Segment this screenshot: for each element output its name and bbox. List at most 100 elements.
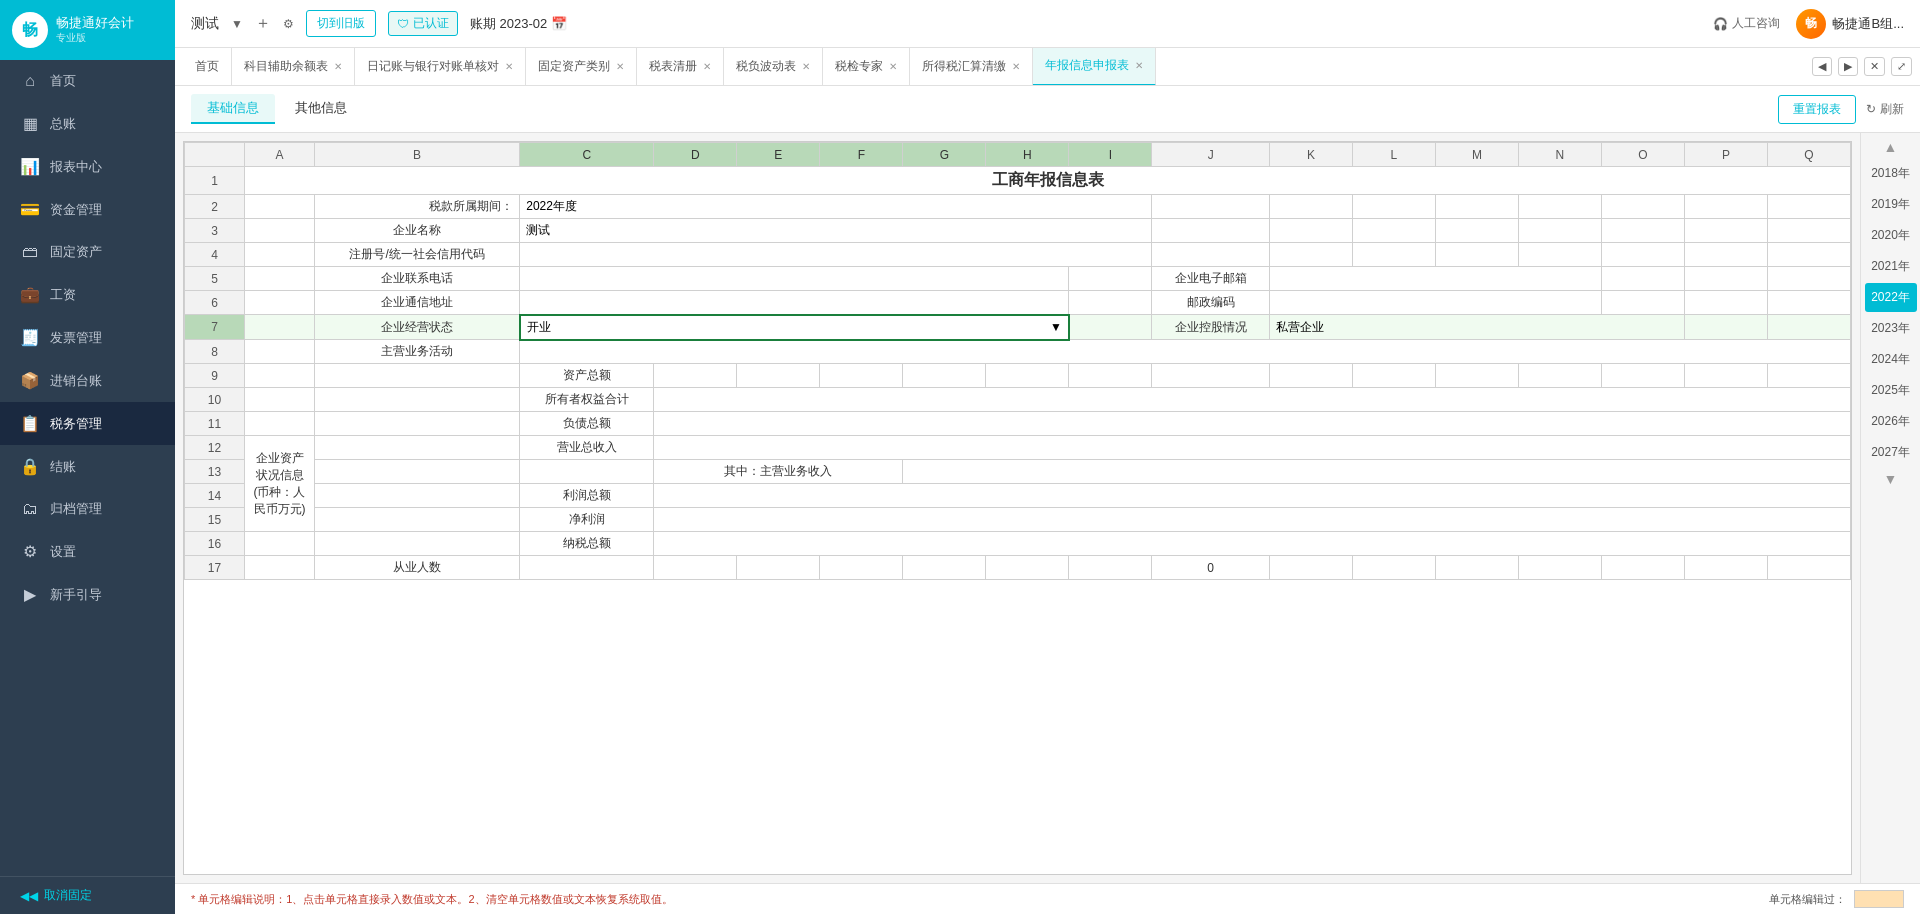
cell-4q[interactable]: [1767, 243, 1850, 267]
cell-5k[interactable]: [1269, 267, 1601, 291]
tab-journal[interactable]: 日记账与银行对账单核对 ✕: [355, 48, 526, 86]
cell-6k[interactable]: [1269, 291, 1601, 315]
cell-2q[interactable]: [1767, 195, 1850, 219]
cell-17a[interactable]: [245, 556, 315, 580]
sidebar-item-ledger[interactable]: ▦ 总账: [0, 102, 175, 145]
cell-4l[interactable]: [1352, 243, 1435, 267]
tabs-expand-button[interactable]: ⤢: [1891, 57, 1912, 76]
cell-6q[interactable]: [1767, 291, 1850, 315]
cell-17e[interactable]: [737, 556, 820, 580]
col-header-n[interactable]: N: [1518, 143, 1601, 167]
cell-7p[interactable]: [1684, 315, 1767, 340]
tab-tax-list[interactable]: 税表清册 ✕: [637, 48, 724, 86]
cell-4c[interactable]: [520, 243, 1152, 267]
dropdown-arrow-icon[interactable]: ▼: [231, 17, 243, 31]
cell-17n[interactable]: [1518, 556, 1601, 580]
cell-3k[interactable]: [1269, 219, 1352, 243]
col-header-b[interactable]: B: [315, 143, 520, 167]
cell-2k[interactable]: [1269, 195, 1352, 219]
close-tab-icon[interactable]: ✕: [889, 61, 897, 72]
cell-5a[interactable]: [245, 267, 315, 291]
close-tab-icon[interactable]: ✕: [616, 61, 624, 72]
cell-3p[interactable]: [1684, 219, 1767, 243]
consult-button[interactable]: 🎧 人工咨询: [1713, 15, 1780, 32]
cell-5o[interactable]: [1601, 267, 1684, 291]
close-tab-icon[interactable]: ✕: [505, 61, 513, 72]
cell-17l[interactable]: [1352, 556, 1435, 580]
dropdown-arrow-icon[interactable]: ▼: [1050, 320, 1062, 334]
cell-9b[interactable]: [315, 364, 520, 388]
cell-2c[interactable]: 2022年度: [520, 195, 1152, 219]
col-header-a[interactable]: A: [245, 143, 315, 167]
cell-17j[interactable]: 0: [1152, 556, 1270, 580]
year-item-2021[interactable]: 2021年: [1865, 252, 1917, 281]
cell-2o[interactable]: [1601, 195, 1684, 219]
tabs-next-button[interactable]: ▶: [1838, 57, 1858, 76]
col-header-c[interactable]: C: [520, 143, 654, 167]
cell-3j[interactable]: [1152, 219, 1270, 243]
cell-7k[interactable]: 私营企业: [1269, 315, 1684, 340]
year-down-icon[interactable]: ▼: [1882, 469, 1900, 489]
cell-8a[interactable]: [245, 340, 315, 364]
cell-7q[interactable]: [1767, 315, 1850, 340]
year-item-2027[interactable]: 2027年: [1865, 438, 1917, 467]
cell-2l[interactable]: [1352, 195, 1435, 219]
cell-6c[interactable]: [520, 291, 1069, 315]
cell-17d[interactable]: [654, 556, 737, 580]
year-item-2026[interactable]: 2026年: [1865, 407, 1917, 436]
cell-16b[interactable]: [315, 532, 520, 556]
cell-9a[interactable]: [245, 364, 315, 388]
cell-5q[interactable]: [1767, 267, 1850, 291]
close-tab-icon[interactable]: ✕: [703, 61, 711, 72]
cell-9i[interactable]: [1069, 364, 1152, 388]
cell-13g[interactable]: [903, 460, 1851, 484]
cell-17m[interactable]: [1435, 556, 1518, 580]
cell-4n[interactable]: [1518, 243, 1601, 267]
sidebar-item-fund[interactable]: 💳 资金管理: [0, 188, 175, 231]
cell-7c[interactable]: 开业 ▼: [520, 315, 1069, 340]
cell-5c[interactable]: [520, 267, 1069, 291]
cell-14d[interactable]: [654, 484, 1851, 508]
cell-2m[interactable]: [1435, 195, 1518, 219]
sidebar-item-tax[interactable]: 📋 税务管理: [0, 402, 175, 445]
sidebar-item-asset[interactable]: 🗃 固定资产: [0, 231, 175, 273]
cell-9h[interactable]: [986, 364, 1069, 388]
cell-8c[interactable]: [520, 340, 1851, 364]
cell-17f[interactable]: [820, 556, 903, 580]
sidebar-item-stock[interactable]: 📦 进销台账: [0, 359, 175, 402]
cell-12b[interactable]: [315, 436, 520, 460]
switch-old-button[interactable]: 切到旧版: [306, 10, 376, 37]
year-item-2023[interactable]: 2023年: [1865, 314, 1917, 343]
cell-3n[interactable]: [1518, 219, 1601, 243]
cell-9k[interactable]: [1269, 364, 1352, 388]
col-header-f[interactable]: F: [820, 143, 903, 167]
col-header-m[interactable]: M: [1435, 143, 1518, 167]
cell-6p[interactable]: [1684, 291, 1767, 315]
col-header-p[interactable]: P: [1684, 143, 1767, 167]
year-item-2020[interactable]: 2020年: [1865, 221, 1917, 250]
close-tab-icon[interactable]: ✕: [802, 61, 810, 72]
user-menu[interactable]: 畅 畅捷通B组...: [1796, 9, 1904, 39]
spreadsheet-container[interactable]: A B C D E F G H I J K L M: [183, 141, 1852, 875]
sidebar-item-wage[interactable]: 💼 工资: [0, 273, 175, 316]
tab-home[interactable]: 首页: [183, 48, 232, 86]
cell-17o[interactable]: [1601, 556, 1684, 580]
col-header-i[interactable]: I: [1069, 143, 1152, 167]
col-header-g[interactable]: G: [903, 143, 986, 167]
cell-15d[interactable]: [654, 508, 1851, 532]
tabs-close-button[interactable]: ✕: [1864, 57, 1885, 76]
cell-17g[interactable]: [903, 556, 986, 580]
tab-annual-report[interactable]: 年报信息申报表 ✕: [1033, 48, 1156, 86]
cell-4m[interactable]: [1435, 243, 1518, 267]
tabs-prev-button[interactable]: ◀: [1812, 57, 1832, 76]
cell-3c[interactable]: 测试: [520, 219, 1152, 243]
sidebar-item-setting[interactable]: ⚙ 设置: [0, 530, 175, 573]
cell-5i[interactable]: [1069, 267, 1152, 291]
cell-3o[interactable]: [1601, 219, 1684, 243]
cell-9o[interactable]: [1601, 364, 1684, 388]
sidebar-item-guide[interactable]: ▶ 新手引导: [0, 573, 175, 616]
reset-report-button[interactable]: 重置报表: [1778, 95, 1856, 124]
cell-5p[interactable]: [1684, 267, 1767, 291]
col-header-e[interactable]: E: [737, 143, 820, 167]
year-item-2019[interactable]: 2019年: [1865, 190, 1917, 219]
